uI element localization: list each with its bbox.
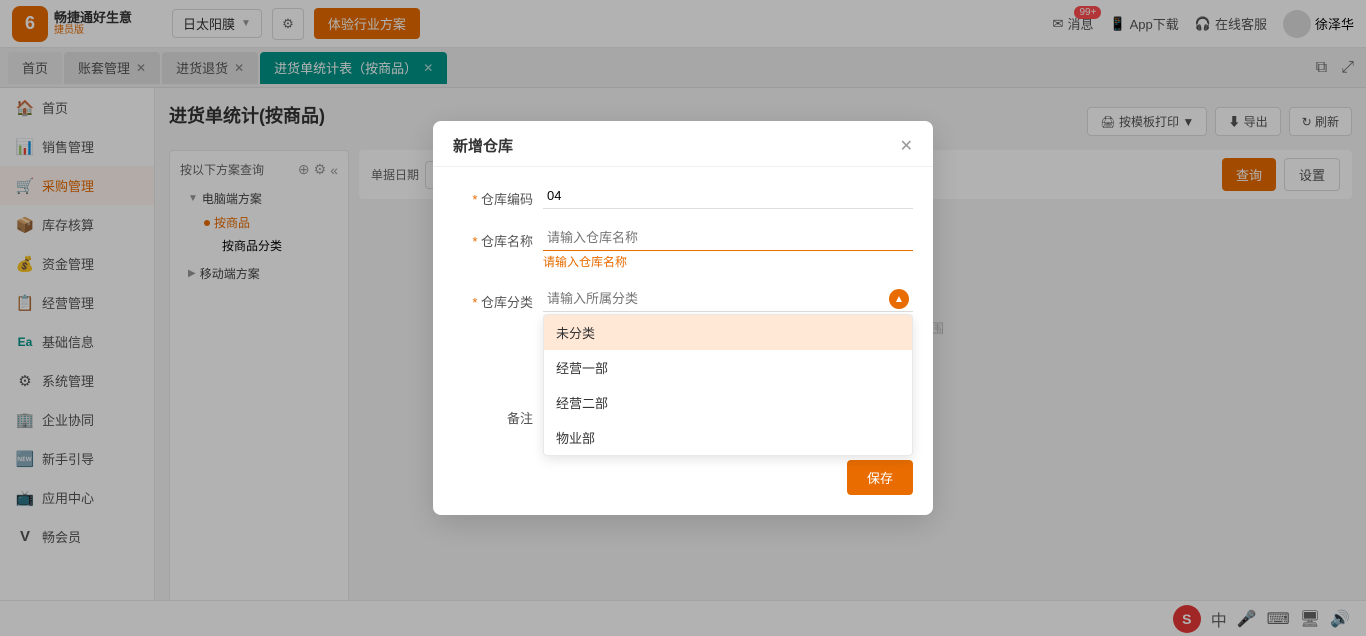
category-dropdown-button[interactable]: ▲ [889, 289, 909, 309]
form-row-code: 仓库编码 [453, 183, 913, 209]
modal-overlay: 新增仓库 ✕ 仓库编码 仓库名称 请输入仓库名称 仓库分类 [0, 0, 1366, 636]
modal-header: 新增仓库 ✕ [433, 121, 933, 167]
dropdown-item-property[interactable]: 物业部 [544, 420, 912, 455]
name-input[interactable] [543, 225, 913, 251]
name-error-message: 请输入仓库名称 [543, 253, 913, 270]
category-label: 仓库分类 [453, 286, 533, 311]
code-label: 仓库编码 [453, 183, 533, 208]
dropdown-item-uncategorized[interactable]: 未分类 [544, 315, 912, 350]
dropdown-item-dept2[interactable]: 经营二部 [544, 385, 912, 420]
modal-close-button[interactable]: ✕ [900, 136, 913, 156]
form-row-category: 仓库分类 ▲ 未分类 经营一部 经营二部 物业部 [453, 286, 913, 312]
dropdown-item-dept1[interactable]: 经营一部 [544, 350, 912, 385]
category-input[interactable] [543, 286, 913, 312]
code-input[interactable] [543, 183, 913, 209]
category-dropdown: 未分类 经营一部 经营二部 物业部 [543, 314, 913, 456]
name-label: 仓库名称 [453, 225, 533, 250]
modal-body: 仓库编码 仓库名称 请输入仓库名称 仓库分类 ▲ 未分类 [433, 167, 933, 460]
new-warehouse-modal: 新增仓库 ✕ 仓库编码 仓库名称 请输入仓库名称 仓库分类 [433, 121, 933, 515]
form-row-name: 仓库名称 请输入仓库名称 [453, 225, 913, 270]
note-label: 备注 [453, 402, 533, 427]
modal-footer: 保存 [433, 460, 933, 495]
category-select-wrap: ▲ 未分类 经营一部 经营二部 物业部 [543, 286, 913, 312]
modal-title: 新增仓库 [453, 135, 513, 156]
save-button[interactable]: 保存 [847, 460, 913, 495]
name-field-wrap: 请输入仓库名称 [543, 225, 913, 270]
